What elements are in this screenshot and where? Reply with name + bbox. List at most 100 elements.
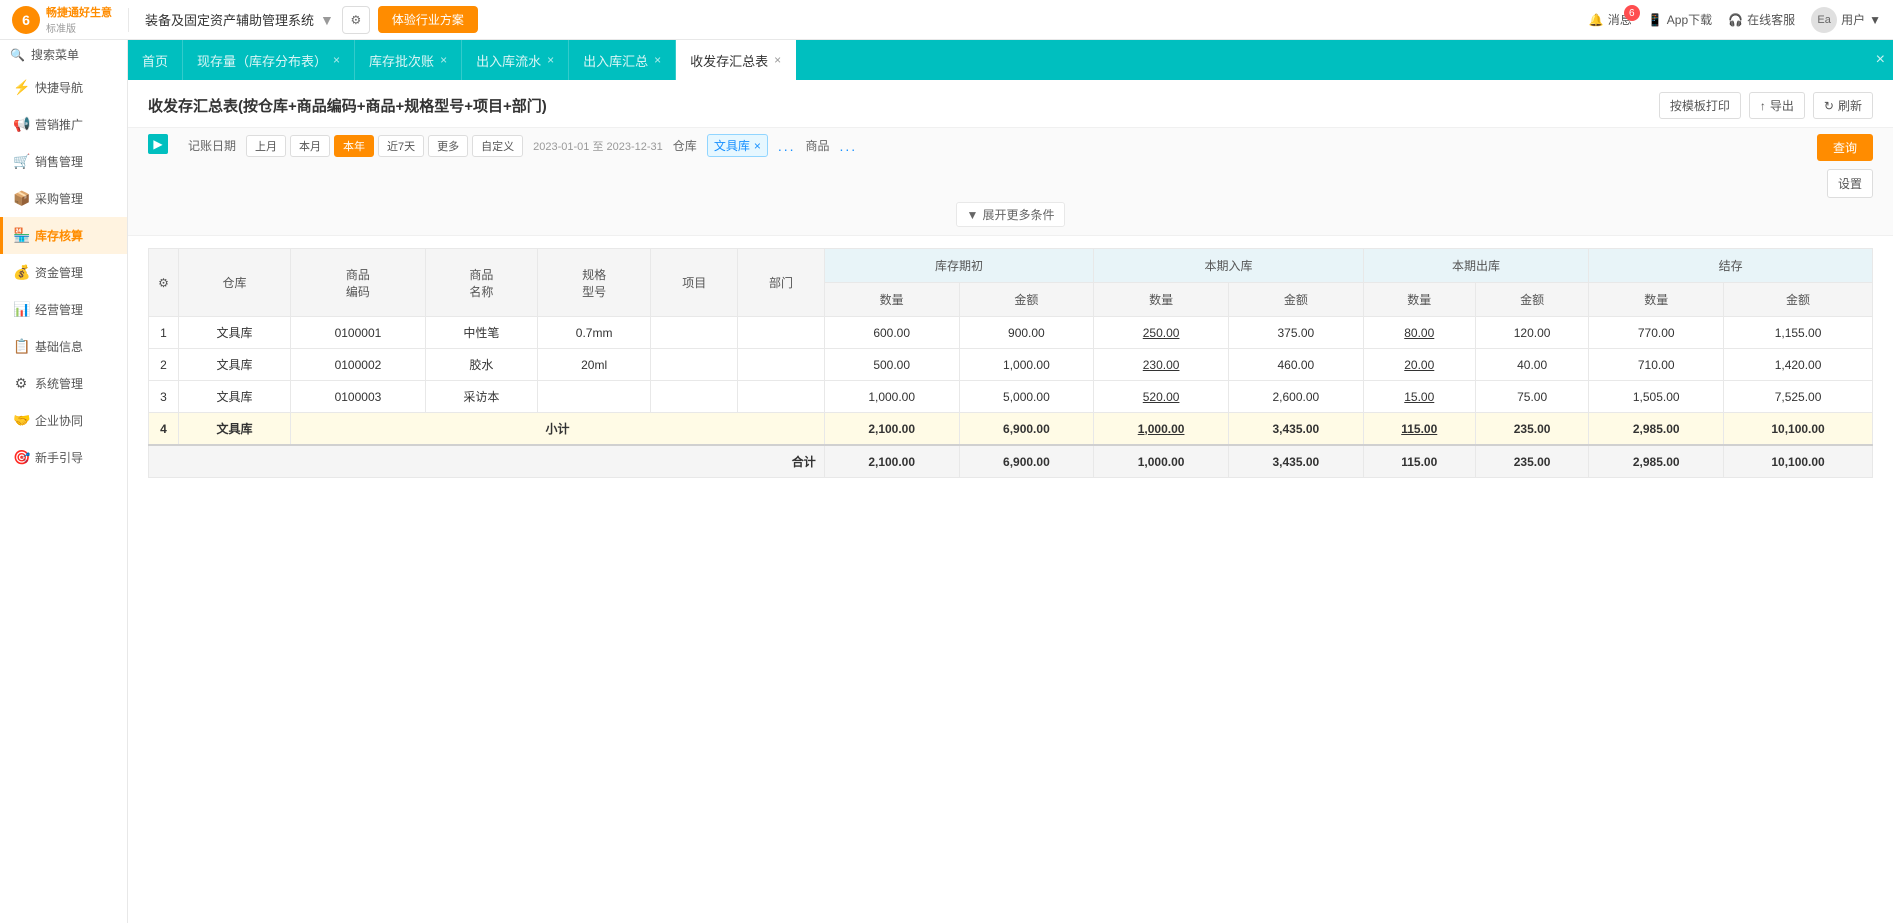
filter-expand-row: ▼ 展开更多条件 <box>148 198 1873 231</box>
table-row: 1 文具库 0100001 中性笔 0.7mm 600.00 900.00 25… <box>149 317 1873 349</box>
warehouse-tag-remove[interactable]: × <box>754 139 761 153</box>
cell-name: 中性笔 <box>425 317 537 349</box>
tab-close-recv-send-summary[interactable]: × <box>774 53 781 67</box>
query-button[interactable]: 查询 <box>1817 134 1873 161</box>
date-btn-more[interactable]: 更多 <box>428 135 468 157</box>
sidebar-item-system[interactable]: ⚙ 系统管理 <box>0 365 127 402</box>
date-btn-last-month[interactable]: 上月 <box>246 135 286 157</box>
tab-inventory-dist[interactable]: 现存量（库存分布表） × <box>183 40 355 80</box>
cell-dept <box>738 317 825 349</box>
tab-recv-send-summary[interactable]: 收发存汇总表 × <box>676 40 796 80</box>
cell-name: 采访本 <box>425 381 537 413</box>
sidebar-item-sales[interactable]: 🛒 销售管理 <box>0 143 127 180</box>
basic-icon: 📋 <box>13 338 29 355</box>
cell-in-qty[interactable]: 230.00 <box>1094 349 1229 381</box>
marketing-icon: 📢 <box>13 116 29 133</box>
total-open-qty: 2,100.00 <box>824 445 959 478</box>
tab-close-in-out-summary[interactable]: × <box>654 53 661 67</box>
top-bar: 6 畅捷通好生意 标准版 装备及固定资产辅助管理系统 ▼ ⚙ 体验行业方案 🔔 … <box>0 0 1893 40</box>
th-in-amt: 金额 <box>1228 283 1363 317</box>
cell-bal-qty: 770.00 <box>1589 317 1724 349</box>
sidebar: 🔍 搜索菜单 ⚡ 快捷导航 📢 营销推广 🛒 销售管理 📦 采购管理 🏪 <box>0 40 128 923</box>
cell-in-qty[interactable]: 520.00 <box>1094 381 1229 413</box>
export-button[interactable]: ↑ 导出 <box>1749 92 1805 119</box>
cell-out-qty[interactable]: 15.00 <box>1363 381 1475 413</box>
cell-no: 1 <box>149 317 179 349</box>
filter-left-area: 记账日期 上月 本月 本年 近7天 更多 自定义 2023-01-01 至 20… <box>188 134 1805 157</box>
refresh-button[interactable]: ↻ 刷新 <box>1813 92 1873 119</box>
table-row: 2 文具库 0100002 胶水 20ml 500.00 1,000.00 23… <box>149 349 1873 381</box>
print-button[interactable]: 按模板打印 <box>1659 92 1741 119</box>
chevron-down-icon: ▼ <box>1869 13 1881 27</box>
content-area: 首页 现存量（库存分布表） × 库存批次账 × 出入库流水 × 出入库汇总 × <box>128 40 1893 923</box>
tab-in-out-summary[interactable]: 出入库汇总 × <box>569 40 676 80</box>
sub-label: 小计 <box>291 413 825 446</box>
online-service-button[interactable]: 🎧 在线客服 <box>1728 11 1795 28</box>
table-row: 3 文具库 0100003 采访本 1,000.00 5,000.00 520.… <box>149 381 1873 413</box>
purchase-icon: 📦 <box>13 190 29 207</box>
page-header: 收发存汇总表(按仓库+商品编码+商品+规格型号+项目+部门) 按模板打印 ↑ 导… <box>128 80 1893 127</box>
sidebar-item-marketing[interactable]: 📢 营销推广 <box>0 106 127 143</box>
table-settings-icon[interactable]: ⚙ <box>158 276 169 290</box>
page-toolbar: 按模板打印 ↑ 导出 ↻ 刷新 <box>1659 92 1873 119</box>
inventory-icon: 🏪 <box>13 227 29 244</box>
tab-close-inventory-dist[interactable]: × <box>333 53 340 67</box>
tab-home[interactable]: 首页 <box>128 40 183 80</box>
sidebar-item-operations[interactable]: 📊 经营管理 <box>0 291 127 328</box>
sidebar-item-cooperation[interactable]: 🤝 企业协同 <box>0 402 127 439</box>
cell-open-qty: 500.00 <box>824 349 959 381</box>
date-btn-custom[interactable]: 自定义 <box>472 135 523 157</box>
th-open-amt: 金额 <box>959 283 1094 317</box>
tab-bar-close-button[interactable]: × <box>1876 51 1885 69</box>
goods-more-button[interactable]: ... <box>840 138 858 154</box>
sidebar-item-purchase[interactable]: 📦 采购管理 <box>0 180 127 217</box>
expand-button[interactable]: ▼ 展开更多条件 <box>956 202 1066 227</box>
message-button[interactable]: 🔔 消息 6 <box>1589 11 1632 28</box>
experience-button[interactable]: 体验行业方案 <box>378 6 478 33</box>
total-row: 合计 2,100.00 6,900.00 1,000.00 3,435.00 1… <box>149 445 1873 478</box>
sidebar-item-finance[interactable]: 💰 资金管理 <box>0 254 127 291</box>
total-bal-amt: 10,100.00 <box>1724 445 1873 478</box>
sidebar-item-guide[interactable]: 🎯 新手引导 <box>0 439 127 476</box>
operations-icon: 📊 <box>13 301 29 318</box>
user-menu-button[interactable]: Ea 用户 ▼ <box>1811 7 1881 33</box>
cell-out-qty[interactable]: 20.00 <box>1363 349 1475 381</box>
goods-filter-label: 商品 <box>806 137 830 154</box>
th-spec: 规格型号 <box>537 249 651 317</box>
tab-in-out-flow[interactable]: 出入库流水 × <box>462 40 569 80</box>
headset-icon: 🎧 <box>1728 13 1743 27</box>
top-bar-right: 🔔 消息 6 📱 App下载 🎧 在线客服 Ea 用户 ▼ <box>1589 7 1881 33</box>
tab-close-in-out-flow[interactable]: × <box>547 53 554 67</box>
th-open-qty: 数量 <box>824 283 959 317</box>
settings-small-button[interactable]: 设置 <box>1827 169 1873 198</box>
sidebar-item-nav[interactable]: ⚡ 快捷导航 <box>0 69 127 106</box>
date-btn-this-month[interactable]: 本月 <box>290 135 330 157</box>
sidebar-item-basic[interactable]: 📋 基础信息 <box>0 328 127 365</box>
app-download-button[interactable]: 📱 App下载 <box>1648 11 1712 28</box>
th-code: 商品编码 <box>291 249 426 317</box>
sub-open-amt: 6,900.00 <box>959 413 1094 446</box>
search-icon: 🔍 <box>10 48 25 62</box>
cell-out-amt: 120.00 <box>1475 317 1589 349</box>
cell-code: 0100002 <box>291 349 426 381</box>
date-btn-7days[interactable]: 近7天 <box>378 135 424 157</box>
data-table: ⚙ 仓库 商品编码 商品名称 规格型号 项目 部门 库存期初 本期入库 本期出 <box>148 248 1873 478</box>
collapse-button[interactable]: ▶ <box>148 134 168 154</box>
col-settings-th[interactable]: ⚙ <box>149 249 179 317</box>
sidebar-item-inventory[interactable]: 🏪 库存核算 <box>0 217 127 254</box>
phone-icon: 📱 <box>1648 13 1663 27</box>
cell-project <box>651 381 738 413</box>
warehouse-more-button[interactable]: ... <box>778 138 796 154</box>
tab-batch[interactable]: 库存批次账 × <box>355 40 462 80</box>
tab-close-batch[interactable]: × <box>440 53 447 67</box>
date-btn-this-year[interactable]: 本年 <box>334 135 374 157</box>
search-menu-button[interactable]: 🔍 搜索菜单 <box>0 40 127 69</box>
cell-in-qty[interactable]: 250.00 <box>1094 317 1229 349</box>
date-filter-label: 记账日期 <box>188 137 236 154</box>
app-title: 装备及固定资产辅助管理系统 <box>145 10 314 29</box>
cell-open-qty: 1,000.00 <box>824 381 959 413</box>
cell-out-qty[interactable]: 80.00 <box>1363 317 1475 349</box>
settings-button[interactable]: ⚙ <box>342 6 370 34</box>
cell-project <box>651 349 738 381</box>
sub-bal-qty: 2,985.00 <box>1589 413 1724 446</box>
